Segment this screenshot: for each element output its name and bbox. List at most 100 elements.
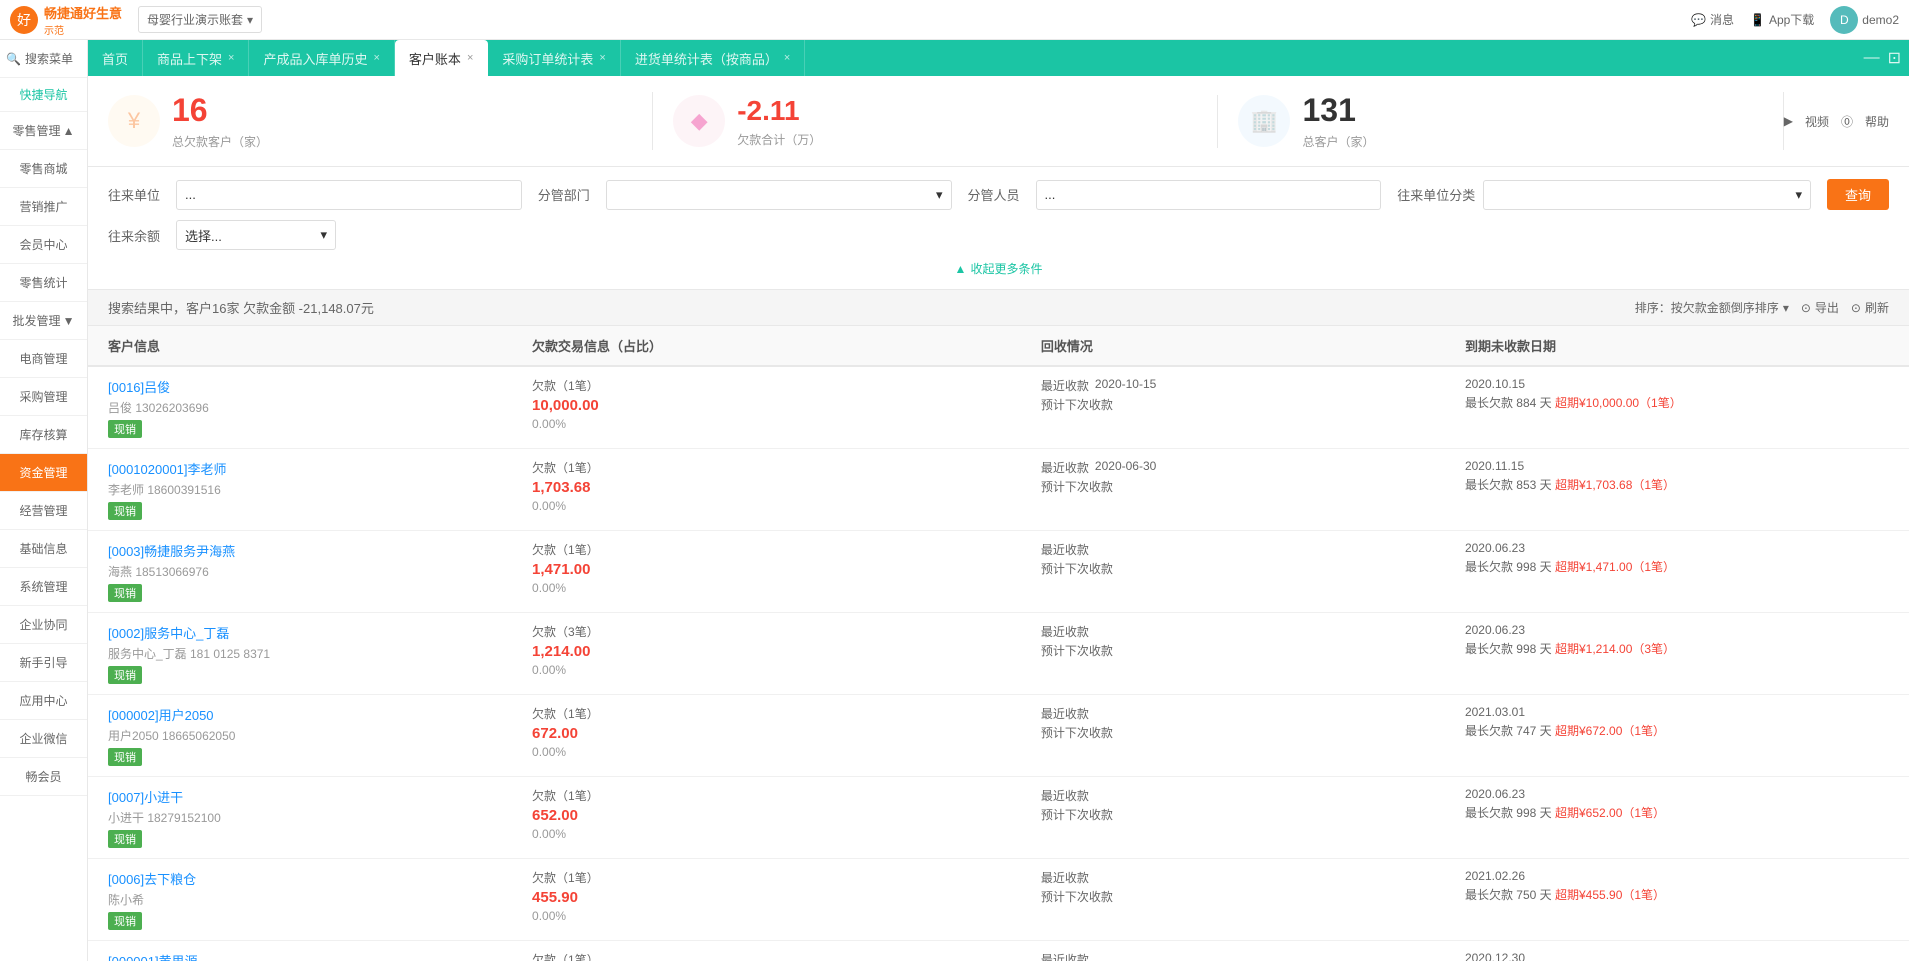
sidebar-item-marketing[interactable]: 营销推广 <box>0 188 87 226</box>
close-icon[interactable]: × <box>373 52 379 64</box>
quick-nav-item[interactable]: 快捷导航 <box>0 78 87 112</box>
customer-name[interactable]: [0007]小进干 <box>108 787 532 806</box>
unit-category-select[interactable]: ▾ <box>1483 180 1811 210</box>
debt-count: 欠款（1笔） <box>532 951 1041 961</box>
customer-name[interactable]: [0002]服务中心_丁磊 <box>108 623 532 642</box>
overdue-link[interactable]: 超期¥10,000.00（1笔） <box>1555 396 1682 410</box>
debt-amount: 1,471.00 <box>532 561 1041 578</box>
minimize-icon[interactable]: — <box>1864 49 1880 67</box>
next-payback: 预计下次收款 <box>1041 396 1465 413</box>
customer-name[interactable]: [000001]黄思源 <box>108 951 532 961</box>
tab-home[interactable]: 首页 <box>88 40 143 76</box>
customer-name[interactable]: [000002]用户2050 <box>108 705 532 724</box>
sidebar-item-purchase[interactable]: 采购管理 <box>0 378 87 416</box>
avatar: D <box>1830 6 1858 34</box>
debt-count: 欠款（1笔） <box>532 787 1041 804</box>
sidebar-item-label: 资金管理 <box>19 466 67 480</box>
close-icon[interactable]: × <box>228 52 234 64</box>
app-download-label: App下载 <box>1769 11 1814 28</box>
tab-customer-account[interactable]: 客户账本 × <box>395 40 488 76</box>
sidebar-nav: 零售管理 ▲ 零售商城 营销推广 会员中心 零售统计 批发管理 ▼ <box>0 112 87 961</box>
debt-info: 欠款（1笔） 1,471.00 0.00% <box>532 541 1041 595</box>
debt-amount: 455.90 <box>532 889 1041 906</box>
sidebar-item-base-info[interactable]: 基础信息 <box>0 530 87 568</box>
customer-name[interactable]: [0003]畅捷服务尹海燕 <box>108 541 532 560</box>
sidebar-item-operation[interactable]: 经营管理 <box>0 492 87 530</box>
customer-name[interactable]: [0016]吕俊 <box>108 377 532 396</box>
sidebar-item-wechat[interactable]: 企业微信 <box>0 720 87 758</box>
close-icon[interactable]: × <box>599 52 605 64</box>
app-download-button[interactable]: 📱 App下载 <box>1750 11 1814 28</box>
sidebar-item-label: 基础信息 <box>19 542 67 556</box>
sidebar-item-retail-mall[interactable]: 零售商城 <box>0 150 87 188</box>
tab-products[interactable]: 商品上下架 × <box>143 40 249 76</box>
debt-percent: 0.00% <box>532 827 1041 841</box>
search-menu-item[interactable]: 🔍 搜索菜单 <box>0 40 87 78</box>
overdue-detail: 最长欠款 998 天 超期¥652.00（1笔） <box>1465 804 1889 821</box>
overdue-link[interactable]: 超期¥672.00（1笔） <box>1555 724 1665 738</box>
app-name: 畅捷通好生意 <box>44 3 122 22</box>
sidebar-item-system[interactable]: 系统管理 <box>0 568 87 606</box>
chevron-down-icon: ▾ <box>247 13 253 27</box>
sidebar-item-inventory[interactable]: 库存核算 <box>0 416 87 454</box>
sidebar-item-member[interactable]: 会员中心 <box>0 226 87 264</box>
video-icon: ▶ <box>1784 114 1793 128</box>
maximize-icon[interactable]: ⊡ <box>1888 48 1901 68</box>
overdue-link[interactable]: 超期¥1,471.00（1笔） <box>1555 560 1675 574</box>
sidebar-item-retail-management[interactable]: 零售管理 ▲ <box>0 112 87 150</box>
sort-select[interactable]: 排序：按欠款金额倒序排序 ▾ <box>1635 299 1789 316</box>
next-payback: 预计下次收款 <box>1041 560 1465 577</box>
customer-name[interactable]: [0001020001]李老师 <box>108 459 532 478</box>
sidebar-item-wholesale[interactable]: 批发管理 ▼ <box>0 302 87 340</box>
stat-total-customers: 🏢 131 总客户（家） <box>1218 92 1783 150</box>
from-unit-input[interactable]: ... <box>176 180 522 210</box>
tab-purchase-order[interactable]: 采购订单统计表 × <box>488 40 620 76</box>
tab-actions: — ⊡ <box>1856 40 1909 76</box>
debt-info: 欠款（1笔） 429.00 0.00% <box>532 951 1041 961</box>
debt-amount: 672.00 <box>532 725 1041 742</box>
sidebar-item-ecommerce[interactable]: 电商管理 <box>0 340 87 378</box>
overdue-days: 最长欠款 853 天 <box>1465 478 1552 492</box>
table-row: [0003]畅捷服务尹海燕 海燕 18513066976 现销 欠款（1笔） 1… <box>88 531 1909 613</box>
debt-info: 欠款（3笔） 1,214.00 0.00% <box>532 623 1041 677</box>
close-icon[interactable]: × <box>467 52 473 64</box>
overdue-date: 2020.06.23 <box>1465 623 1889 637</box>
remaining-placeholder: 选择... <box>185 226 222 245</box>
sidebar-item-finance[interactable]: 资金管理 <box>0 454 87 492</box>
sidebar-item-label: 电商管理 <box>19 352 67 366</box>
overdue-link[interactable]: 超期¥455.90（1笔） <box>1555 888 1665 902</box>
customer-name[interactable]: [0006]去下粮仓 <box>108 869 532 888</box>
sidebar-item-member2[interactable]: 畅会员 <box>0 758 87 796</box>
next-payback: 预计下次收款 <box>1041 806 1465 823</box>
collapse-button[interactable]: ▲ 收起更多条件 <box>108 260 1889 277</box>
customer-info: [0016]吕俊 吕俊 13026203696 现销 <box>108 377 532 438</box>
overdue-date: 2020.06.23 <box>1465 541 1889 555</box>
tab-goods-stats[interactable]: 进货单统计表（按商品） × <box>621 40 805 76</box>
sidebar-item-enterprise[interactable]: 企业协同 <box>0 606 87 644</box>
export-button[interactable]: ⊙ 导出 <box>1801 299 1839 316</box>
table-row: [0006]去下粮仓 陈小希 现销 欠款（1笔） 455.90 0.00% 最近… <box>88 859 1909 941</box>
sidebar-item-retail-stats[interactable]: 零售统计 <box>0 264 87 302</box>
sidebar-item-apps[interactable]: 应用中心 <box>0 682 87 720</box>
overdue-link[interactable]: 超期¥1,214.00（3笔） <box>1555 642 1675 656</box>
debt-percent: 0.00% <box>532 745 1041 759</box>
username-label: demo2 <box>1862 13 1899 27</box>
overdue-detail: 最长欠款 884 天 超期¥10,000.00（1笔） <box>1465 394 1889 411</box>
customer-contact: 李老师 18600391516 <box>108 481 532 498</box>
overdue-link[interactable]: 超期¥652.00（1笔） <box>1555 806 1665 820</box>
sidebar-item-guide[interactable]: 新手引导 <box>0 644 87 682</box>
search-button[interactable]: 查询 <box>1827 179 1889 210</box>
overdue-link[interactable]: 超期¥1,703.68（1笔） <box>1555 478 1675 492</box>
logo-icon: 好 <box>10 6 38 34</box>
refresh-button[interactable]: ⊙ 刷新 <box>1851 299 1889 316</box>
message-button[interactable]: 💬 消息 <box>1691 11 1734 28</box>
debt-info: 欠款（1笔） 455.90 0.00% <box>532 869 1041 923</box>
dept-select[interactable]: ▾ <box>606 180 952 210</box>
sidebar-item-label: 采购管理 <box>19 390 67 404</box>
remaining-select[interactable]: 选择... ▾ <box>176 220 336 250</box>
user-avatar-area[interactable]: D demo2 <box>1830 6 1899 34</box>
industry-selector[interactable]: 母婴行业演示账套 ▾ <box>138 6 262 33</box>
person-input[interactable]: ... <box>1036 180 1382 210</box>
tab-production[interactable]: 产成品入库单历史 × <box>249 40 394 76</box>
close-icon[interactable]: × <box>784 52 790 64</box>
